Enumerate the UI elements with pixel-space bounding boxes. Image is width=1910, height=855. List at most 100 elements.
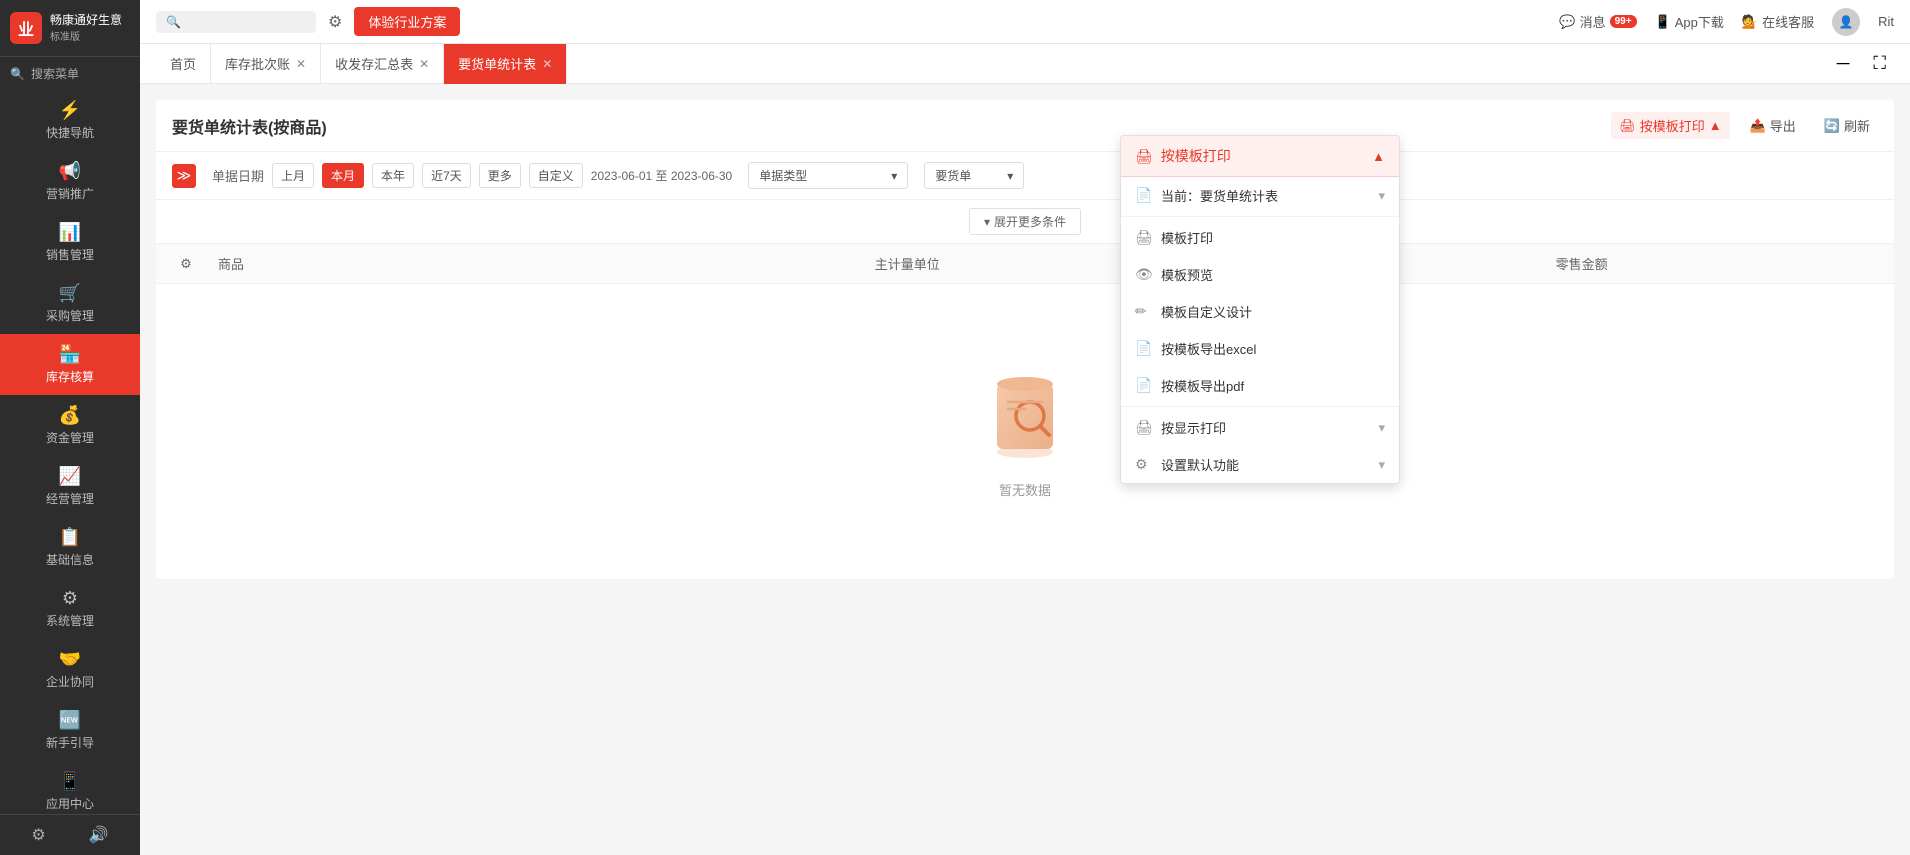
purchase-icon: 🛒 bbox=[59, 283, 81, 304]
export-button[interactable]: 📤 导出 bbox=[1742, 112, 1804, 139]
refresh-button[interactable]: 🔄 刷新 bbox=[1816, 112, 1878, 139]
trial-button[interactable]: 体验行业方案 bbox=[354, 7, 460, 36]
sidebar-item-marketing[interactable]: 📢 营销推广 bbox=[0, 151, 140, 212]
sidebar-item-basics[interactable]: 📋 基础信息 bbox=[0, 517, 140, 578]
online-service-item[interactable]: 💁 在线客服 bbox=[1742, 12, 1814, 31]
dropdown-template-export-pdf[interactable]: 📄 按模板导出pdf bbox=[1121, 367, 1399, 404]
divider-2 bbox=[1121, 406, 1399, 407]
topbar-search[interactable]: 🔍 bbox=[156, 11, 316, 33]
date-btn-last-month[interactable]: 上月 bbox=[272, 163, 314, 188]
display-print-label: 按显示打印 bbox=[1161, 418, 1226, 437]
dropdown-display-print[interactable]: 🖨 按显示打印 ▾ bbox=[1121, 409, 1399, 446]
messages-label: 消息 bbox=[1580, 12, 1606, 31]
select-chevron-icon: ▾ bbox=[891, 169, 897, 183]
topbar-right: 💬 消息 99+ 📱 App下载 💁 在线客服 👤 Rit bbox=[1559, 8, 1894, 36]
sidebar-item-quick-nav[interactable]: ⚡ 快捷导航 bbox=[0, 90, 140, 151]
sidebar-item-label: 快捷导航 bbox=[46, 124, 94, 141]
set-default-label: 设置默认功能 bbox=[1161, 455, 1239, 474]
tab-label: 收发存汇总表 bbox=[335, 54, 413, 73]
sidebar-item-inventory[interactable]: 🏪 库存核算 bbox=[0, 334, 140, 395]
topbar-gear-icon[interactable]: ⚙ bbox=[328, 12, 342, 32]
order-field-chevron-icon: ▾ bbox=[1007, 169, 1013, 183]
sidebar-item-purchase[interactable]: 🛒 采购管理 bbox=[0, 273, 140, 334]
sidebar: 业 畅康通好生意 标准版 🔍 搜索菜单 ⚡ 快捷导航 📢 营销推广 📊 销售管理… bbox=[0, 0, 140, 855]
date-btn-7days[interactable]: 近7天 bbox=[422, 163, 471, 188]
sidebar-item-collab[interactable]: 🤝 企业协同 bbox=[0, 639, 140, 700]
dropdown-sub-left-2: ⚙ 设置默认功能 bbox=[1135, 455, 1239, 474]
tab-close-icon[interactable]: ✕ bbox=[419, 57, 429, 71]
date-btn-more[interactable]: 更多 bbox=[479, 163, 521, 188]
sidebar-item-operations[interactable]: 📈 经营管理 bbox=[0, 456, 140, 517]
dropdown-current-item[interactable]: 📄 当前：要货单统计表 ▾ bbox=[1121, 177, 1399, 214]
dropdown-header-left: 🖨 按模板打印 bbox=[1135, 146, 1231, 166]
order-field-label: 要货单 bbox=[935, 167, 971, 184]
order-field-filter[interactable]: 要货单 ▾ bbox=[924, 162, 1024, 189]
speaker-footer-icon[interactable]: 🔊 bbox=[89, 825, 109, 845]
dropdown-template-preview[interactable]: 👁 模板预览 bbox=[1121, 256, 1399, 293]
expand-icon[interactable]: ≫ bbox=[172, 164, 196, 188]
online-service-icon: 💁 bbox=[1742, 14, 1758, 30]
expand-more-chevron-icon: ▾ bbox=[984, 215, 990, 229]
sidebar-item-label: 营销推广 bbox=[46, 185, 94, 202]
export-icon: 📤 bbox=[1750, 118, 1766, 134]
sidebar-item-app-center[interactable]: 📱 应用中心 bbox=[0, 761, 140, 814]
date-btn-custom[interactable]: 自定义 bbox=[529, 163, 583, 188]
online-service-label: 在线客服 bbox=[1762, 12, 1814, 31]
settings-footer-icon[interactable]: ⚙ bbox=[31, 825, 45, 845]
tab-home[interactable]: 首页 bbox=[156, 44, 211, 84]
inventory-icon: 🏪 bbox=[59, 344, 81, 365]
dropdown-template-export-excel[interactable]: 📄 按模板导出excel bbox=[1121, 330, 1399, 367]
template-print-icon: 🖨 bbox=[1135, 229, 1151, 246]
messages-icon: 💬 bbox=[1559, 14, 1575, 30]
tab-maximize-button[interactable]: ⛶ bbox=[1865, 50, 1894, 77]
app-download-item[interactable]: 📱 App下载 bbox=[1655, 12, 1724, 31]
th-settings[interactable]: ⚙ bbox=[166, 246, 206, 282]
sidebar-item-label: 基础信息 bbox=[46, 551, 94, 568]
sidebar-item-sales[interactable]: 📊 销售管理 bbox=[0, 212, 140, 273]
type-filter-select[interactable]: 单据类型 ▾ bbox=[748, 162, 908, 189]
set-default-icon: ⚙ bbox=[1135, 456, 1151, 473]
expand-more-button[interactable]: ▾ 展开更多条件 bbox=[969, 208, 1081, 235]
tab-close-icon[interactable]: ✕ bbox=[296, 57, 306, 71]
print-template-label: 按模板打印 bbox=[1640, 116, 1705, 135]
dropdown-template-custom[interactable]: ✏ 模板自定义设计 bbox=[1121, 293, 1399, 330]
home-label: 首页 bbox=[170, 54, 196, 73]
print-template-dropdown: 🖨 按模板打印 ▲ 📄 当前：要货单统计表 ▾ 🖨 模板打印 👁 模板预览 bbox=[1120, 135, 1400, 484]
date-range-display: 2023-06-01 至 2023-06-30 bbox=[591, 167, 732, 184]
tab-receipt-summary[interactable]: 收发存汇总表 ✕ bbox=[321, 44, 444, 84]
date-btn-this-month[interactable]: 本月 bbox=[322, 163, 364, 188]
user-avatar[interactable]: 👤 bbox=[1832, 8, 1860, 36]
dropdown-print-icon: 🖨 bbox=[1135, 148, 1153, 165]
tab-label: 库存批次账 bbox=[225, 54, 290, 73]
messages-item[interactable]: 💬 消息 99+ bbox=[1559, 12, 1636, 31]
date-btn-this-year[interactable]: 本年 bbox=[372, 163, 414, 188]
dropdown-header[interactable]: 🖨 按模板打印 ▲ bbox=[1121, 136, 1399, 177]
content-area: 要货单统计表(按商品) 🖨 按模板打印 ▲ 📤 导出 🔄 刷新 ≫ bbox=[140, 84, 1910, 855]
sidebar-item-label: 经营管理 bbox=[46, 490, 94, 507]
sidebar-search-item[interactable]: 🔍 搜索菜单 bbox=[0, 57, 140, 90]
quick-nav-icon: ⚡ bbox=[59, 100, 81, 121]
sidebar-item-guide[interactable]: 🆕 新手引导 bbox=[0, 700, 140, 761]
sidebar-footer: ⚙ 🔊 bbox=[0, 814, 140, 855]
print-template-button[interactable]: 🖨 按模板打印 ▲ bbox=[1611, 112, 1729, 139]
page-title: 要货单统计表(按商品) bbox=[172, 114, 327, 138]
tab-close-icon[interactable]: ✕ bbox=[542, 57, 552, 71]
empty-icon bbox=[975, 364, 1075, 464]
dropdown-template-print[interactable]: 🖨 模板打印 bbox=[1121, 219, 1399, 256]
template-export-pdf-icon: 📄 bbox=[1135, 377, 1151, 394]
th-product-label: 商品 bbox=[218, 257, 244, 272]
dropdown-set-default[interactable]: ⚙ 设置默认功能 ▾ bbox=[1121, 446, 1399, 483]
app-download-icon: 📱 bbox=[1655, 14, 1671, 30]
dropdown-chevron-up-icon: ▲ bbox=[1372, 149, 1385, 164]
tab-inventory-batch[interactable]: 库存批次账 ✕ bbox=[211, 44, 321, 84]
logo-badge: 标准版 bbox=[50, 28, 122, 43]
topbar-search-icon: 🔍 bbox=[166, 15, 181, 29]
tab-minimize-button[interactable]: ─ bbox=[1829, 50, 1858, 77]
tab-order-stats[interactable]: 要货单统计表 ✕ bbox=[444, 44, 567, 84]
sidebar-item-system[interactable]: ⚙ 系统管理 bbox=[0, 578, 140, 639]
divider-1 bbox=[1121, 216, 1399, 217]
sidebar-item-label: 销售管理 bbox=[46, 246, 94, 263]
logo-text-container: 畅康通好生意 标准版 bbox=[50, 13, 122, 44]
print-template-icon: 🖨 bbox=[1619, 118, 1636, 134]
sidebar-item-finance[interactable]: 💰 资金管理 bbox=[0, 395, 140, 456]
